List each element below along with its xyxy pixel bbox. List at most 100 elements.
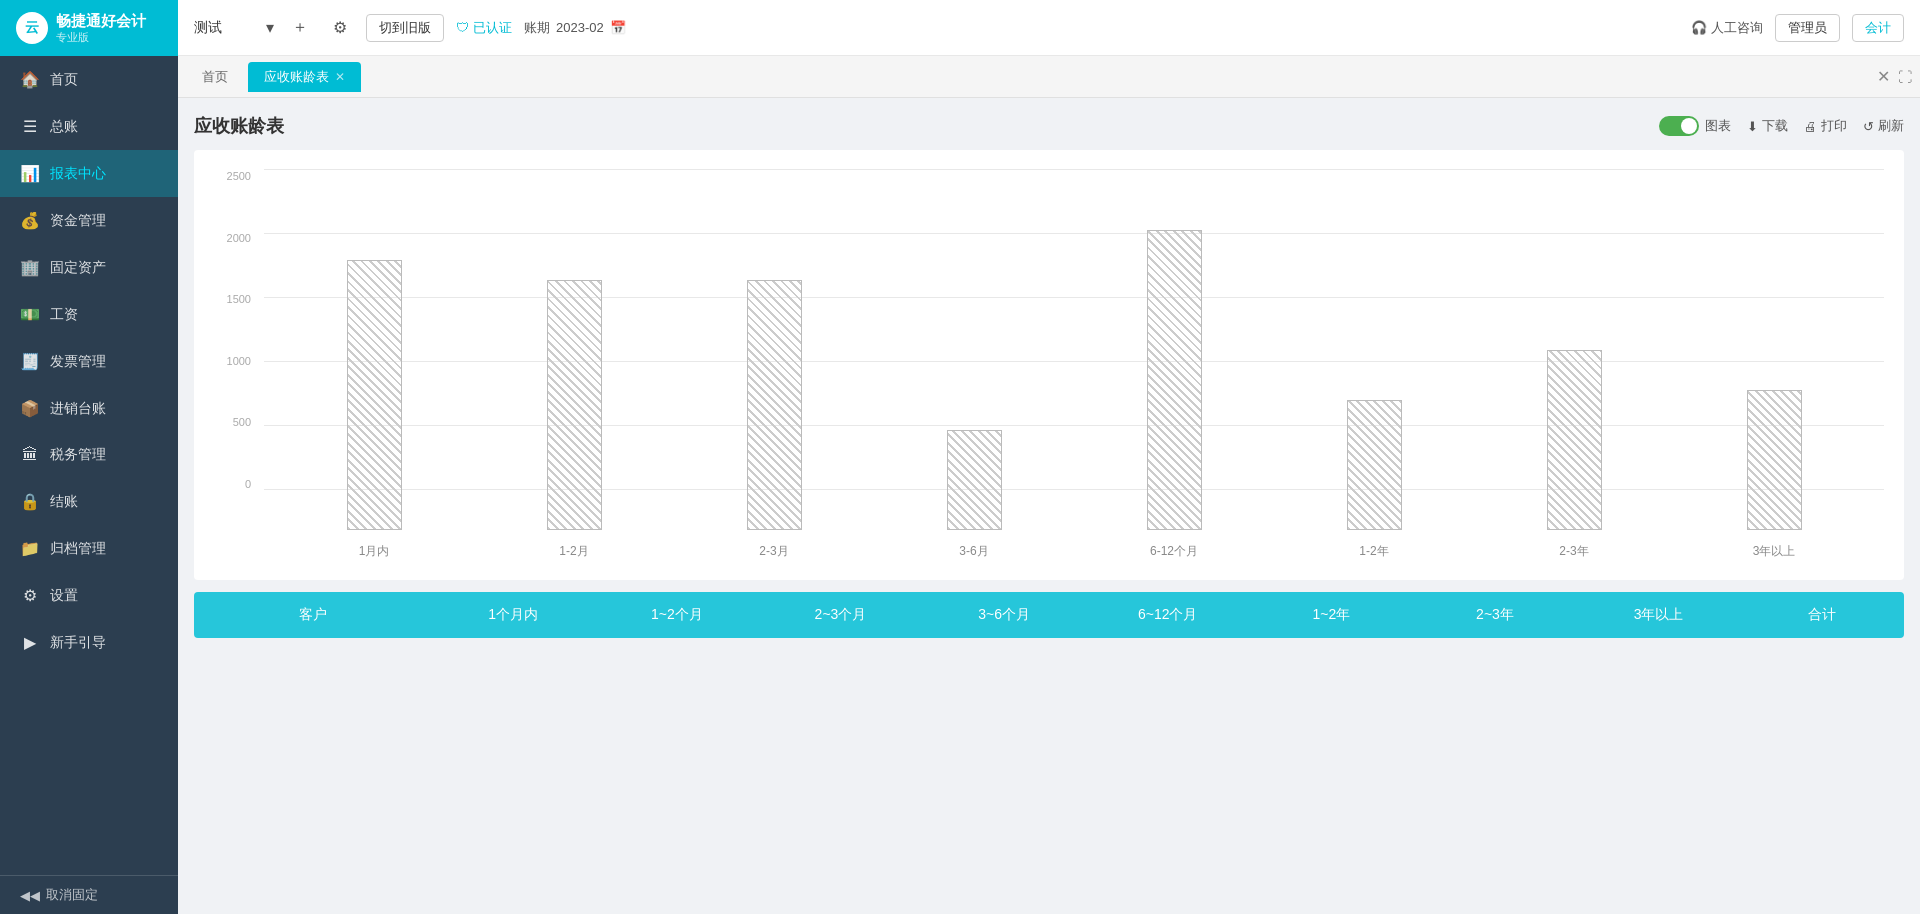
th-3-6month: 3~6个月 — [922, 592, 1086, 638]
page-actions: 图表 ⬇ 下载 🖨 打印 ↺ 刷新 — [1659, 116, 1904, 136]
main-area: 测试 ▾ ＋ ⚙ 切到旧版 🛡 已认证 账期 2023-02 📅 🎧 人工咨询 … — [178, 0, 1920, 914]
bar-group-1-2year — [1347, 400, 1402, 530]
sidebar-item-reports[interactable]: 📊 报表中心 — [0, 150, 178, 197]
print-btn[interactable]: 🖨 打印 — [1804, 117, 1847, 135]
unpin-icon: ◀◀ — [20, 888, 40, 903]
sidebar-item-settings[interactable]: ⚙ 设置 — [0, 572, 178, 619]
page-content: 应收账龄表 图表 ⬇ 下载 🖨 打印 ↺ 刷新 — [178, 98, 1920, 914]
tab-home[interactable]: 首页 — [186, 62, 244, 92]
bar-1-2month — [547, 280, 602, 530]
table-header-row: 客户 1个月内 1~2个月 2~3个月 3~6个月 6~12个月 1~2年 2~… — [194, 592, 1904, 638]
sidebar-item-closing[interactable]: 🔒 结账 — [0, 478, 178, 525]
switch-old-version-btn[interactable]: 切到旧版 — [366, 14, 444, 42]
sidebar-item-assets[interactable]: 🏢 固定资产 — [0, 244, 178, 291]
sidebar-label-funds: 资金管理 — [50, 212, 106, 230]
sidebar-item-tax[interactable]: 🏛 税务管理 — [0, 432, 178, 478]
sidebar-label-reports: 报表中心 — [50, 165, 106, 183]
logo-text-wrap: 畅捷通好会计 专业版 — [56, 12, 146, 45]
headset-icon: 🎧 — [1691, 20, 1707, 35]
download-btn[interactable]: ⬇ 下载 — [1747, 117, 1788, 135]
add-workspace-btn[interactable]: ＋ — [286, 14, 314, 42]
sidebar-label-assets: 固定资产 — [50, 259, 106, 277]
bar-2-3month — [747, 280, 802, 530]
x-label-1-2year: 1-2年 — [1344, 543, 1404, 560]
bar-group-2-3month — [747, 280, 802, 530]
tab-aging[interactable]: 应收账龄表 ✕ — [248, 62, 361, 92]
th-1-2month: 1~2个月 — [595, 592, 759, 638]
sidebar-label-sales: 进销台账 — [50, 400, 106, 418]
sidebar-item-archive[interactable]: 📁 归档管理 — [0, 525, 178, 572]
th-2-3year: 2~3年 — [1413, 592, 1577, 638]
shield-icon: 🛡 — [456, 20, 469, 35]
sidebar-label-closing: 结账 — [50, 493, 78, 511]
settings-gear-btn[interactable]: ⚙ — [326, 14, 354, 42]
sidebar-label-home: 首页 — [50, 71, 78, 89]
period-value: 2023-02 — [556, 20, 604, 35]
bar-2-3year — [1547, 350, 1602, 530]
refresh-icon: ↺ — [1863, 119, 1874, 134]
service-label: 人工咨询 — [1711, 19, 1763, 37]
print-label: 打印 — [1821, 117, 1847, 135]
chart-inner: 0 500 1000 1500 2000 2500 — [264, 170, 1884, 530]
download-label: 下载 — [1762, 117, 1788, 135]
workspace-dropdown[interactable]: ▾ — [266, 18, 274, 37]
refresh-label: 刷新 — [1878, 117, 1904, 135]
y-label-2000: 2000 — [214, 232, 259, 244]
chart-toggle-wrap: 图表 — [1659, 116, 1731, 136]
sidebar-item-home[interactable]: 🏠 首页 — [0, 56, 178, 103]
guide-icon: ▶ — [20, 633, 40, 652]
tab-home-label: 首页 — [202, 68, 228, 86]
sidebar-label-guide: 新手引导 — [50, 634, 106, 652]
bar-group-1-2month — [547, 280, 602, 530]
bar-group-6-12month — [1147, 230, 1202, 530]
sidebar-item-sales[interactable]: 📦 进销台账 — [0, 385, 178, 432]
page-header: 应收账龄表 图表 ⬇ 下载 🖨 打印 ↺ 刷新 — [194, 114, 1904, 138]
workspace-title: 测试 — [194, 19, 254, 37]
x-label-2-3month: 2-3月 — [744, 543, 804, 560]
x-label-1-2month: 1-2月 — [544, 543, 604, 560]
sidebar-item-funds[interactable]: 💰 资金管理 — [0, 197, 178, 244]
sidebar: 云 畅捷通好会计 专业版 🏠 首页 ☰ 总账 📊 报表中心 💰 资金管理 🏢 固… — [0, 0, 178, 914]
refresh-btn[interactable]: ↺ 刷新 — [1863, 117, 1904, 135]
chart-toggle[interactable] — [1659, 116, 1699, 136]
user-btn[interactable]: 管理员 — [1775, 14, 1840, 42]
bar-group-2-3year — [1547, 350, 1602, 530]
x-labels: 1月内 1-2月 2-3月 3-6月 6-12个月 1-2年 2-3年 3年以上 — [264, 543, 1884, 560]
tabs-bar: 首页 应收账龄表 ✕ ✕ ⛶ — [178, 56, 1920, 98]
y-label-1000: 1000 — [214, 355, 259, 367]
calendar-icon[interactable]: 📅 — [610, 20, 626, 35]
tab-aging-label: 应收账龄表 — [264, 68, 329, 86]
sidebar-label-archive: 归档管理 — [50, 540, 106, 558]
expand-window-icon[interactable]: ⛶ — [1898, 69, 1912, 85]
tax-icon: 🏛 — [20, 446, 40, 464]
sidebar-unpin-btn[interactable]: ◀◀ 取消固定 — [0, 875, 178, 914]
sidebar-item-ledger[interactable]: ☰ 总账 — [0, 103, 178, 150]
x-label-3plus: 3年以上 — [1744, 543, 1804, 560]
logo-icon: 云 — [16, 12, 48, 44]
bar-group-1month — [347, 260, 402, 530]
y-label-2500: 2500 — [214, 170, 259, 182]
role-btn[interactable]: 会计 — [1852, 14, 1904, 42]
settings-icon: ⚙ — [20, 586, 40, 605]
th-1month: 1个月内 — [431, 592, 595, 638]
bar-1-2year — [1347, 400, 1402, 530]
sidebar-item-invoice[interactable]: 🧾 发票管理 — [0, 338, 178, 385]
bar-1month — [347, 260, 402, 530]
bar-group-3plus-year — [1747, 390, 1802, 530]
sidebar-label-invoice: 发票管理 — [50, 353, 106, 371]
wages-icon: 💵 — [20, 305, 40, 324]
bar-group-3-6month — [947, 430, 1002, 530]
sidebar-label-wages: 工资 — [50, 306, 78, 324]
archive-icon: 📁 — [20, 539, 40, 558]
unpin-label: 取消固定 — [46, 886, 98, 904]
service-btn[interactable]: 🎧 人工咨询 — [1691, 19, 1763, 37]
bars-container — [264, 210, 1884, 530]
th-total: 合计 — [1740, 592, 1904, 638]
sidebar-item-wages[interactable]: 💵 工资 — [0, 291, 178, 338]
x-label-1month: 1月内 — [344, 543, 404, 560]
sidebar-item-guide[interactable]: ▶ 新手引导 — [0, 619, 178, 666]
ledger-icon: ☰ — [20, 117, 40, 136]
tab-close-icon[interactable]: ✕ — [335, 71, 345, 83]
sidebar-label-tax: 税务管理 — [50, 446, 106, 464]
close-window-icon[interactable]: ✕ — [1877, 67, 1890, 86]
